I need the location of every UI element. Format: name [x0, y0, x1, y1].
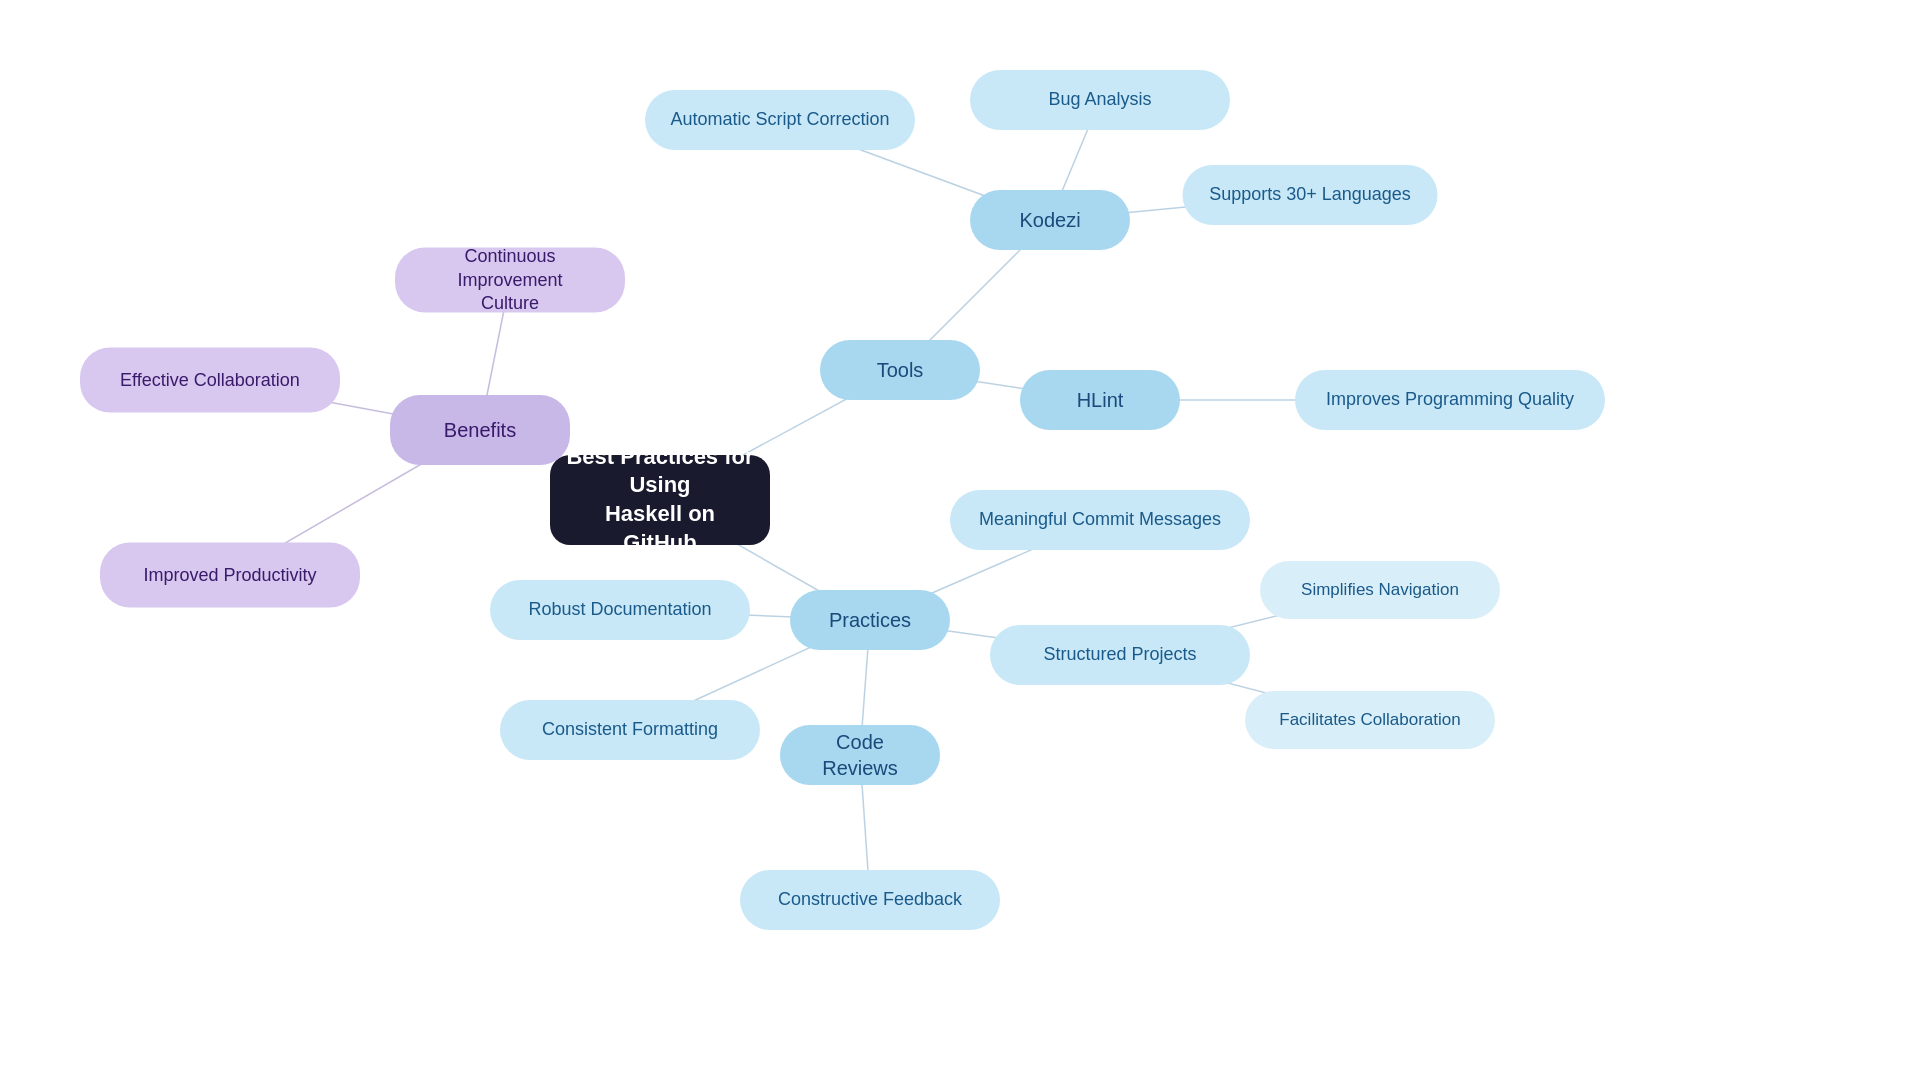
hlint-label: HLint — [1061, 379, 1140, 421]
kodezi-label: Kodezi — [1003, 199, 1096, 241]
effective-collab-label: Effective Collaboration — [104, 360, 316, 399]
facilitates-collab-node[interactable]: Facilitates Collaboration — [1245, 691, 1495, 749]
kodezi-node[interactable]: Kodezi — [970, 190, 1130, 250]
tools-label: Tools — [861, 349, 940, 391]
improved-prod-node[interactable]: Improved Productivity — [100, 543, 360, 608]
auto-script-node[interactable]: Automatic Script Correction — [645, 90, 915, 150]
hlint-node[interactable]: HLint — [1020, 370, 1180, 430]
tools-node[interactable]: Tools — [820, 340, 980, 400]
improves-quality-label: Improves Programming Quality — [1310, 380, 1590, 419]
consistent-fmt-label: Consistent Formatting — [526, 710, 734, 749]
consistent-fmt-node[interactable]: Consistent Formatting — [500, 700, 760, 760]
benefits-node[interactable]: Benefits — [390, 395, 570, 465]
auto-script-label: Automatic Script Correction — [654, 100, 905, 139]
benefits-label: Benefits — [428, 409, 532, 451]
simplifies-nav-node[interactable]: Simplifies Navigation — [1260, 561, 1500, 619]
code-reviews-label: Code Reviews — [780, 721, 940, 789]
structured-proj-label: Structured Projects — [1027, 635, 1212, 674]
improved-prod-label: Improved Productivity — [127, 555, 332, 594]
practices-node[interactable]: Practices — [790, 590, 950, 650]
center-label: Best Practices for Using Haskell on GitH… — [550, 435, 770, 565]
bug-analysis-node[interactable]: Bug Analysis — [970, 70, 1230, 130]
simplifies-nav-label: Simplifies Navigation — [1285, 571, 1475, 609]
bug-analysis-label: Bug Analysis — [1032, 80, 1167, 119]
continuous-node[interactable]: Continuous Improvement Culture — [395, 248, 625, 313]
meaningful-commits-node[interactable]: Meaningful Commit Messages — [950, 490, 1250, 550]
supports-langs-label: Supports 30+ Languages — [1193, 175, 1427, 214]
facilitates-collab-label: Facilitates Collaboration — [1263, 701, 1476, 739]
structured-proj-node[interactable]: Structured Projects — [990, 625, 1250, 685]
improves-quality-node[interactable]: Improves Programming Quality — [1295, 370, 1605, 430]
constructive-fb-node[interactable]: Constructive Feedback — [740, 870, 1000, 930]
code-reviews-node[interactable]: Code Reviews — [780, 725, 940, 785]
supports-langs-node[interactable]: Supports 30+ Languages — [1183, 165, 1438, 225]
practices-label: Practices — [813, 599, 927, 641]
continuous-label: Continuous Improvement Culture — [395, 237, 625, 323]
robust-docs-node[interactable]: Robust Documentation — [490, 580, 750, 640]
center-node[interactable]: Best Practices for Using Haskell on GitH… — [550, 455, 770, 545]
effective-collab-node[interactable]: Effective Collaboration — [80, 348, 340, 413]
meaningful-commits-label: Meaningful Commit Messages — [963, 500, 1237, 539]
constructive-fb-label: Constructive Feedback — [762, 880, 978, 919]
robust-docs-label: Robust Documentation — [512, 590, 727, 629]
